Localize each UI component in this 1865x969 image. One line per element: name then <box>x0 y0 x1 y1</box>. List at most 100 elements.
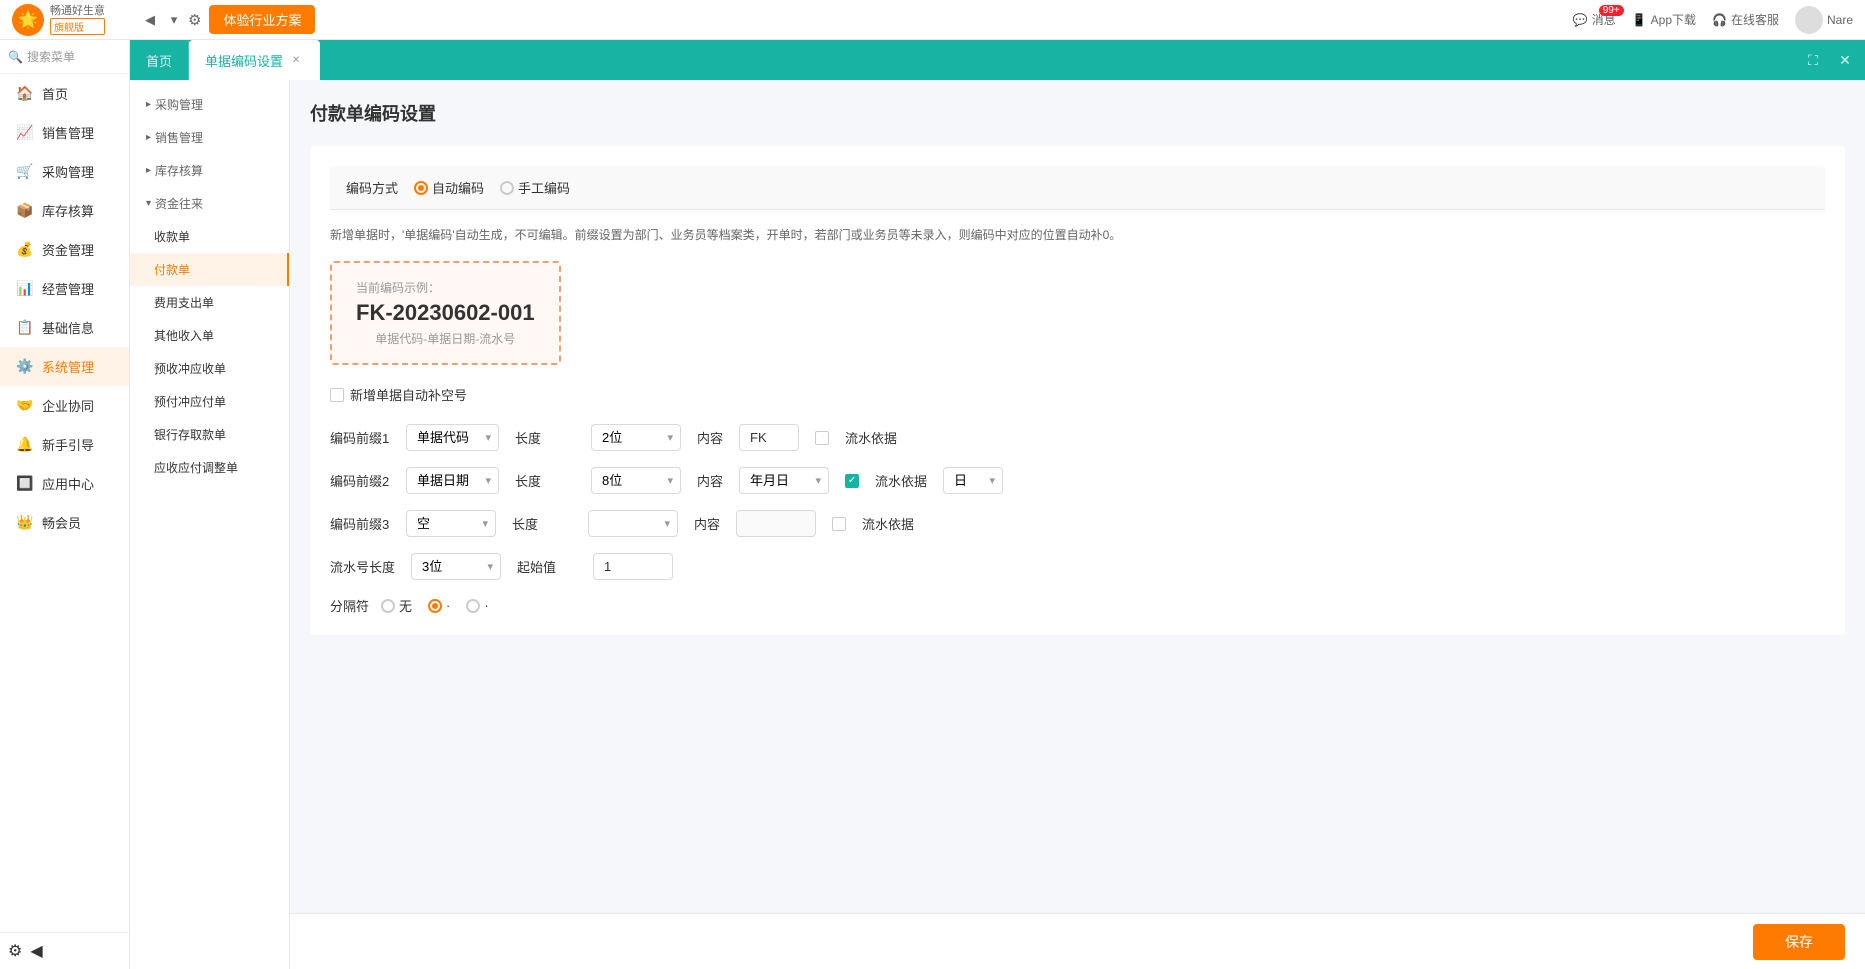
start-value-label: 起始值 <box>517 557 577 576</box>
close-icon[interactable]: ✕ <box>1833 48 1857 72</box>
search-label: 搜索菜单 <box>27 48 75 65</box>
sidebar-item-采购管理[interactable]: 🛒采购管理 <box>0 152 129 191</box>
sec-group-title-采购管理[interactable]: ▸采购管理 <box>130 88 289 121</box>
length-1-select[interactable]: 2位 <box>591 424 681 451</box>
sidebar-icon: 🔲 <box>16 475 34 493</box>
sep-dot1-option[interactable]: · <box>428 598 450 613</box>
user-info[interactable]: Nare <box>1795 6 1853 34</box>
auto-fill-row: 新增单据自动补空号 <box>330 385 1825 404</box>
sidebar-item-畅会员[interactable]: 👑畅会员 <box>0 503 129 542</box>
sidebar-item-首页[interactable]: 🏠首页 <box>0 74 129 113</box>
sidebar-item-基础信息[interactable]: 📋基础信息 <box>0 308 129 347</box>
example-code: FK-20230602-001 <box>356 300 535 326</box>
manual-encode-radio[interactable] <box>500 181 514 195</box>
page-title: 付款单编码设置 <box>310 100 1845 126</box>
content-2-select[interactable]: 年月日 <box>739 467 829 494</box>
expand-arrow: ▸ <box>146 132 151 143</box>
tab-label: 单据编码设置 <box>205 51 283 70</box>
tab-单据编码设置[interactable]: 单据编码设置 ✕ <box>189 40 320 80</box>
sep-dot2-option[interactable]: · <box>466 598 488 613</box>
sec-group-title-资金往来[interactable]: ▾资金往来 <box>130 187 289 220</box>
sep-dot1-radio[interactable] <box>428 599 442 613</box>
tab-close-icon[interactable]: ✕ <box>289 53 303 67</box>
manual-encode-option[interactable]: 手工编码 <box>500 178 570 197</box>
sec-sidebar-item-应收应付调整单[interactable]: 应收应付调整单 <box>130 451 289 484</box>
length-3-select[interactable] <box>588 510 678 537</box>
sidebar-search[interactable]: 🔍 搜索菜单 <box>0 40 129 74</box>
sidebar-icon: 📈 <box>16 124 34 142</box>
collapse-icon[interactable]: ◀ <box>30 941 42 961</box>
sec-sidebar-item-付款单[interactable]: 付款单 <box>130 253 289 286</box>
sep-none-option[interactable]: 无 <box>381 596 412 615</box>
sidebar-bottom: ⚙ ◀ <box>0 932 129 969</box>
sidebar-item-应用中心[interactable]: 🔲应用中心 <box>0 464 129 503</box>
sidebar-item-经营管理[interactable]: 📊经营管理 <box>0 269 129 308</box>
stream-3-checkbox[interactable] <box>832 517 846 531</box>
serial-length-select[interactable]: 3位 <box>411 553 501 580</box>
sec-sidebar-item-预付冲应付单[interactable]: 预付冲应付单 <box>130 385 289 418</box>
length-2-select-wrapper: 8位 <box>591 467 681 494</box>
prefix-3-select[interactable]: 空 <box>406 510 496 537</box>
sec-sidebar-item-其他收入单[interactable]: 其他收入单 <box>130 319 289 352</box>
sidebar-icon: 💰 <box>16 241 34 259</box>
sidebar-item-企业协同[interactable]: 🤝企业协同 <box>0 386 129 425</box>
content-3-label: 内容 <box>694 514 720 533</box>
save-button[interactable]: 保存 <box>1753 924 1845 960</box>
sidebar-label: 采购管理 <box>42 162 94 181</box>
expand-arrow: ▸ <box>146 99 151 110</box>
settings-icon[interactable]: ⚙ <box>188 11 201 29</box>
sidebar-icon: 🔔 <box>16 436 34 454</box>
prefix-row-3: 编码前缀3 空 长度 <box>330 510 1825 537</box>
sidebar-label: 企业协同 <box>42 396 94 415</box>
nav-arrow-next[interactable]: ▾ <box>164 10 184 30</box>
sec-sidebar-item-费用支出单[interactable]: 费用支出单 <box>130 286 289 319</box>
stream-unit-select[interactable]: 日 <box>943 467 1003 494</box>
maximize-icon[interactable]: ⛶ <box>1801 48 1825 72</box>
user-avatar <box>1795 6 1823 34</box>
prefix-2-select[interactable]: 单据日期 <box>406 467 499 494</box>
sidebar-label: 畅会员 <box>42 513 81 532</box>
tab-首页[interactable]: 首页 <box>130 40 189 80</box>
sec-group-销售管理: ▸销售管理 <box>130 121 289 154</box>
app-download-label: App下载 <box>1651 11 1696 28</box>
stream-1-checkbox[interactable] <box>815 431 829 445</box>
expand-arrow: ▸ <box>146 165 151 176</box>
sec-group-title-销售管理[interactable]: ▸销售管理 <box>130 121 289 154</box>
content-2-label: 内容 <box>697 471 723 490</box>
sec-sidebar-item-收款单[interactable]: 收款单 <box>130 220 289 253</box>
stream-2-checkbox[interactable]: ✓ <box>845 474 859 488</box>
auto-encode-radio[interactable] <box>414 181 428 195</box>
gear-icon[interactable]: ⚙ <box>8 941 22 961</box>
sidebar-item-资金管理[interactable]: 💰资金管理 <box>0 230 129 269</box>
length-2-select[interactable]: 8位 <box>591 467 681 494</box>
sep-none-radio[interactable] <box>381 599 395 613</box>
sidebar-item-库存核算[interactable]: 📦库存核算 <box>0 191 129 230</box>
serial-length-label: 流水号长度 <box>330 557 395 576</box>
sidebar-item-销售管理[interactable]: 📈销售管理 <box>0 113 129 152</box>
sidebar-item-新手引导[interactable]: 🔔新手引导 <box>0 425 129 464</box>
content-3-input[interactable] <box>736 510 816 537</box>
sec-sidebar-item-银行存取款单[interactable]: 银行存取款单 <box>130 418 289 451</box>
sidebar-icon: ⚙️ <box>16 358 34 376</box>
sidebar-icon: 🏠 <box>16 85 34 103</box>
encoding-method-label: 编码方式 <box>346 178 398 197</box>
start-value-input[interactable] <box>593 553 673 580</box>
auto-fill-checkbox[interactable] <box>330 388 344 402</box>
content-1-input[interactable] <box>739 424 799 451</box>
sec-group-title-库存核算[interactable]: ▸库存核算 <box>130 154 289 187</box>
stream-2-label: 流水依据 <box>875 471 927 490</box>
prefix-3-select-wrapper: 空 <box>406 510 496 537</box>
messages-item[interactable]: 💬 消息 99+ <box>1573 11 1616 28</box>
sep-dot2-radio[interactable] <box>466 599 480 613</box>
prefix-1-select[interactable]: 单据代码 <box>406 424 499 451</box>
promo-button[interactable]: 体验行业方案 <box>209 5 315 34</box>
info-text: 新增单据时，'单据编码'自动生成，不可编辑。前缀设置为部门、业务员等档案类，开单… <box>330 226 1825 245</box>
auto-encode-option[interactable]: 自动编码 <box>414 178 484 197</box>
online-service-item[interactable]: 🎧 在线客服 <box>1712 11 1779 28</box>
sidebar-item-系统管理[interactable]: ⚙️系统管理 <box>0 347 129 386</box>
sec-sidebar-item-预收冲应收单[interactable]: 预收冲应收单 <box>130 352 289 385</box>
nav-arrow-prev[interactable]: ◀ <box>140 10 160 30</box>
settings-card: 编码方式 自动编码 手工编码 <box>310 146 1845 635</box>
brand-tag: 旗舰版 <box>50 18 105 35</box>
app-download-item[interactable]: 📱 App下载 <box>1632 11 1696 28</box>
